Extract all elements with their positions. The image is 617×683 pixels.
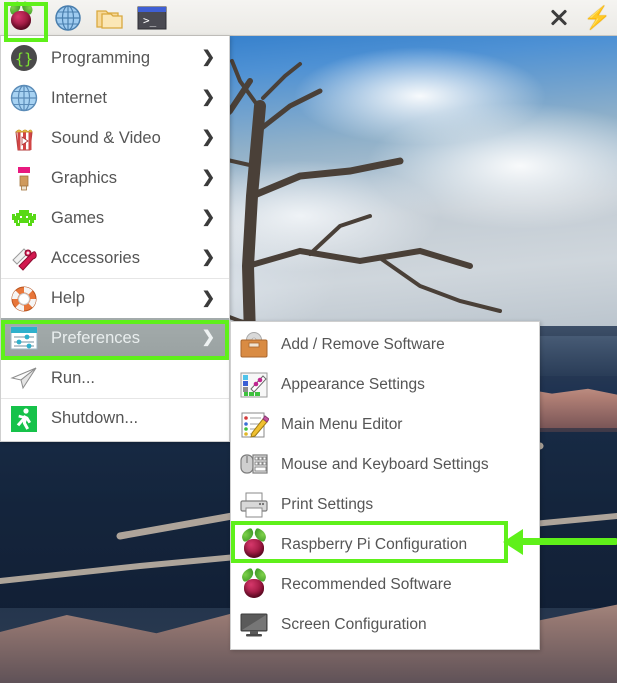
- taskbar: >_ ⚡: [0, 0, 617, 36]
- submenu-item-label: Screen Configuration: [281, 616, 427, 633]
- menu-item-accessories[interactable]: Accessories ❯: [1, 238, 229, 278]
- menu-item-label: Graphics: [51, 168, 118, 187]
- raspberry-icon: [239, 567, 269, 600]
- globe-icon: [9, 83, 39, 113]
- color-palette-icon: [239, 370, 269, 400]
- taskbar-launcher-group: >_: [0, 0, 173, 36]
- svg-text:>_: >_: [143, 14, 157, 27]
- submenu-item-label: Recommended Software: [281, 576, 452, 593]
- paintbrush-icon: [9, 163, 39, 193]
- svg-text:{}: {}: [15, 50, 33, 68]
- mouse-keyboard-icon: [239, 450, 269, 480]
- submenu-item-print-settings[interactable]: Print Settings: [231, 485, 539, 525]
- taskbar-tray: ⚡: [546, 0, 617, 36]
- chevron-right-icon: ❯: [201, 289, 215, 307]
- sliders-window-icon: [9, 323, 39, 353]
- chevron-right-icon: ❯: [201, 49, 215, 66]
- menu-edit-pencil-icon: [239, 410, 269, 440]
- menu-item-label: Games: [51, 208, 105, 227]
- menu-item-shutdown[interactable]: Shutdown...: [1, 398, 229, 438]
- chevron-right-icon: ❯: [201, 249, 215, 266]
- menu-item-label: Help: [51, 289, 85, 307]
- monitor-icon: [239, 610, 269, 640]
- lifebuoy-icon: [9, 284, 39, 314]
- menu-item-graphics[interactable]: Graphics ❯: [1, 158, 229, 198]
- chevron-right-icon: ❯: [201, 129, 215, 146]
- menu-item-internet[interactable]: Internet ❯: [1, 78, 229, 118]
- submenu-item-label: Appearance Settings: [281, 376, 425, 393]
- submenu-item-recommended-software[interactable]: Recommended Software: [231, 565, 539, 605]
- terminal-button[interactable]: >_: [131, 0, 173, 36]
- software-briefcase-icon: [239, 330, 269, 360]
- menu-item-sound-and-video[interactable]: Sound & Video ❯: [1, 118, 229, 158]
- menu-item-games[interactable]: Games ❯: [1, 198, 229, 238]
- raspberry-menu-button[interactable]: [0, 0, 42, 36]
- file-manager-button[interactable]: [89, 0, 131, 36]
- popcorn-media-icon: [9, 123, 39, 153]
- menu-item-label: Preferences: [51, 328, 140, 347]
- close-icon[interactable]: [546, 5, 572, 31]
- globe-icon: [55, 4, 81, 31]
- running-exit-icon: [9, 404, 39, 434]
- submenu-item-add-remove-software[interactable]: Add / Remove Software: [231, 325, 539, 365]
- menu-item-programming[interactable]: {} Programming ❯: [1, 38, 229, 78]
- printer-icon: [239, 490, 269, 520]
- terminal-icon: >_: [137, 6, 167, 29]
- menu-item-help[interactable]: Help ❯: [1, 278, 229, 318]
- chevron-right-icon: ❯: [201, 89, 215, 106]
- menu-item-label: Run...: [51, 368, 96, 387]
- chevron-right-icon: ❯: [201, 209, 215, 226]
- menu-item-label: Shutdown...: [51, 409, 139, 427]
- menu-item-label: Accessories: [51, 248, 140, 267]
- preferences-submenu: Add / Remove Software Appearance Setting…: [230, 321, 540, 650]
- submenu-item-label: Add / Remove Software: [281, 336, 445, 353]
- code-braces-icon: {}: [9, 43, 39, 73]
- submenu-item-screen-configuration[interactable]: Screen Configuration: [231, 605, 539, 645]
- submenu-item-main-menu-editor[interactable]: Main Menu Editor: [231, 405, 539, 445]
- raspberry-icon: [239, 527, 269, 560]
- menu-item-label: Internet: [51, 88, 107, 107]
- swiss-army-knife-icon: [9, 243, 39, 273]
- submenu-item-appearance-settings[interactable]: Appearance Settings: [231, 365, 539, 405]
- menu-item-preferences[interactable]: Preferences ❯: [1, 318, 229, 358]
- menu-item-label: Sound & Video: [51, 128, 161, 147]
- web-browser-button[interactable]: [47, 0, 89, 36]
- desktop-screen: >_ ⚡ {} Programming ❯ Internet ❯ Sound &…: [0, 0, 617, 683]
- application-menu: {} Programming ❯ Internet ❯ Sound & Vide…: [0, 36, 230, 442]
- submenu-item-mouse-and-keyboard-settings[interactable]: Mouse and Keyboard Settings: [231, 445, 539, 485]
- submenu-item-label: Print Settings: [281, 496, 374, 513]
- menu-item-label: Programming: [51, 48, 151, 67]
- chevron-right-icon: ❯: [201, 329, 215, 346]
- lightning-bolt-icon[interactable]: ⚡: [584, 7, 611, 29]
- submenu-item-raspberry-pi-configuration[interactable]: Raspberry Pi Configuration: [231, 525, 539, 565]
- taskbar-separator: [44, 2, 45, 33]
- folder-icon: [96, 9, 123, 29]
- space-invader-icon: [9, 203, 39, 233]
- submenu-item-label: Main Menu Editor: [281, 416, 403, 433]
- paper-plane-icon: [9, 363, 39, 393]
- submenu-item-label: Mouse and Keyboard Settings: [281, 456, 489, 473]
- raspberry-icon: [7, 0, 35, 32]
- submenu-item-label: Raspberry Pi Configuration: [281, 536, 468, 553]
- menu-item-run[interactable]: Run...: [1, 358, 229, 398]
- chevron-right-icon: ❯: [201, 169, 215, 186]
